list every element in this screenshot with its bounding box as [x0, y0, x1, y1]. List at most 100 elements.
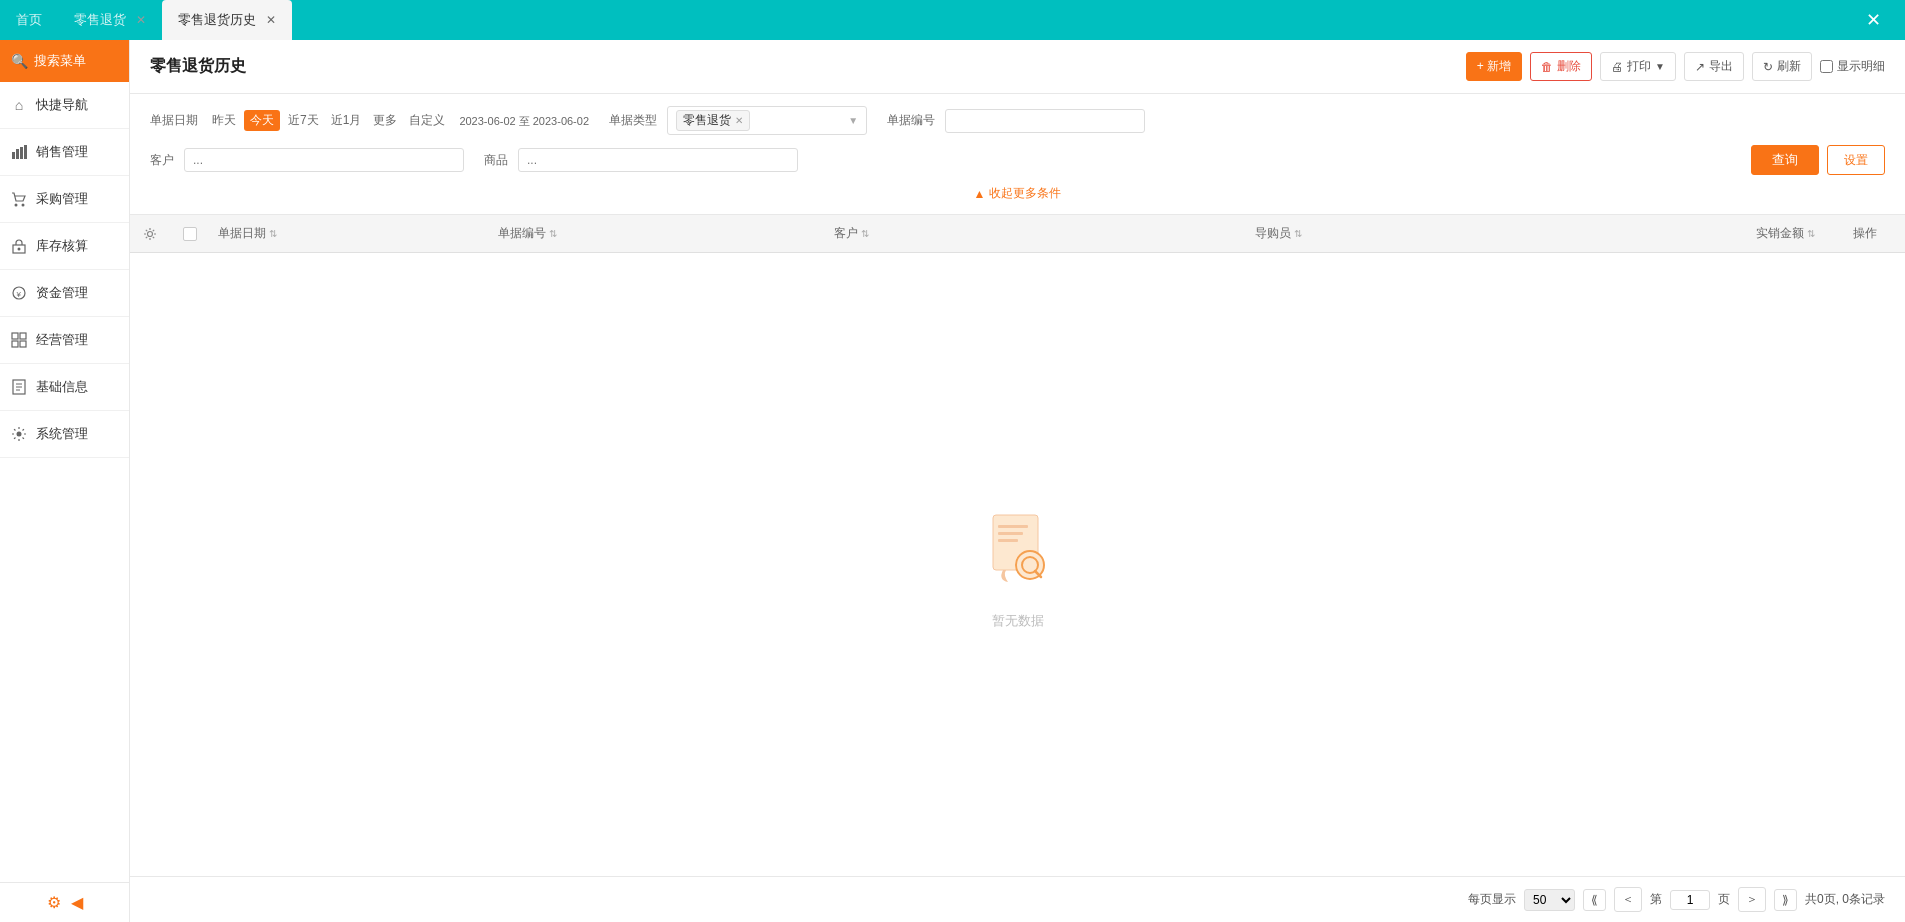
tab-retail-return-history-close[interactable]: ✕ [266, 13, 276, 27]
export-button[interactable]: ↗ 导出 [1684, 52, 1744, 81]
show-detail-label: 显示明细 [1837, 58, 1885, 75]
number-filter-input[interactable] [945, 109, 1145, 133]
svg-rect-11 [20, 333, 26, 339]
date-today[interactable]: 今天 [244, 110, 280, 131]
filter-row-2: 客户 商品 查询 设置 [150, 145, 1885, 175]
sidebar-item-inventory-label: 库存核算 [36, 237, 88, 255]
page-next-button[interactable]: ＞ [1738, 887, 1766, 912]
select-all-checkbox[interactable] [183, 227, 197, 241]
svg-rect-3 [24, 145, 27, 159]
purchase-icon [10, 190, 28, 208]
filter-area: 单据日期 昨天 今天 近7天 近1月 更多 自定义 2023-06-02 至 2… [130, 94, 1905, 215]
add-button-label: + 新增 [1477, 58, 1511, 75]
type-filter-dropdown-icon: ▼ [848, 115, 858, 126]
inventory-icon [10, 237, 28, 255]
date-shortcuts: 昨天 今天 近7天 近1月 更多 自定义 [208, 110, 449, 131]
collapse-filter-button[interactable]: ▲ 收起更多条件 [150, 185, 1885, 202]
sidebar-item-sales[interactable]: 销售管理 [0, 129, 129, 176]
page-size-select[interactable]: 50 10 20 100 [1524, 889, 1575, 911]
page-first-button[interactable]: ⟪ [1583, 889, 1606, 911]
customer-filter-input[interactable] [184, 148, 464, 172]
svg-point-7 [18, 248, 21, 251]
col-number-header[interactable]: 单据编号 ⇅ [498, 225, 834, 242]
show-detail-checkbox-label[interactable]: 显示明细 [1820, 58, 1885, 75]
col-guide-sort[interactable]: ⇅ [1294, 228, 1302, 239]
empty-text: 暂无数据 [992, 612, 1044, 630]
add-button[interactable]: + 新增 [1466, 52, 1522, 81]
col-ops-header: 操作 [1825, 225, 1905, 242]
col-amount-sort[interactable]: ⇅ [1807, 228, 1815, 239]
goods-filter-group: 商品 [484, 148, 798, 172]
filter-row-1: 单据日期 昨天 今天 近7天 近1月 更多 自定义 2023-06-02 至 2… [150, 106, 1885, 135]
type-filter-label: 单据类型 [609, 112, 657, 129]
home-icon: ⌂ [10, 96, 28, 114]
col-number-sort[interactable]: ⇅ [549, 228, 557, 239]
date-1month[interactable]: 近1月 [327, 110, 366, 131]
col-checkbox-header[interactable] [170, 227, 210, 241]
col-customer-sort[interactable]: ⇅ [861, 228, 869, 239]
sidebar-search[interactable]: 🔍 搜索菜单 [0, 40, 129, 82]
sidebar-item-base-info-label: 基础信息 [36, 378, 88, 396]
tab-retail-return-close[interactable]: ✕ [136, 13, 146, 27]
date-range-display: 2023-06-02 至 2023-06-02 [459, 114, 589, 129]
tab-retail-return-label: 零售退货 [74, 11, 126, 29]
svg-rect-12 [12, 341, 18, 347]
pagination: 每页显示 50 10 20 100 ⟪ ＜ 第 页 ＞ ⟫ 共0页, 0条记录 [130, 876, 1905, 922]
tab-retail-return[interactable]: 零售退货 ✕ [58, 0, 162, 40]
sidebar-item-system[interactable]: 系统管理 [0, 411, 129, 458]
column-settings-icon[interactable] [143, 227, 157, 241]
top-bar: 首页 零售退货 ✕ 零售退货历史 ✕ ✕ [0, 0, 1905, 40]
sidebar-item-quick-nav[interactable]: ⌂ 快捷导航 [0, 82, 129, 129]
tab-list: 首页 零售退货 ✕ 零售退货历史 ✕ [0, 0, 1858, 40]
col-customer-header[interactable]: 客户 ⇅ [834, 225, 1254, 242]
sidebar-item-inventory[interactable]: 库存核算 [0, 223, 129, 270]
type-filter-group: 单据类型 零售退货 ✕ ▼ [609, 106, 867, 135]
tab-home[interactable]: 首页 [0, 0, 58, 40]
number-filter-label: 单据编号 [887, 112, 935, 129]
settings-button-label: 设置 [1844, 152, 1868, 169]
type-filter-tag-label: 零售退货 [683, 112, 731, 129]
col-amount-header[interactable]: 实销金额 ⇅ [1535, 225, 1825, 242]
collapse-sidebar-icon[interactable]: ◀ [71, 893, 83, 912]
page-number-input[interactable] [1670, 890, 1710, 910]
goods-filter-input[interactable] [518, 148, 798, 172]
export-button-label: 导出 [1709, 58, 1733, 75]
window-close-button[interactable]: ✕ [1858, 9, 1889, 31]
svg-rect-2 [20, 147, 23, 159]
svg-point-5 [22, 204, 25, 207]
settings-icon[interactable]: ⚙ [47, 893, 61, 912]
page-last-button[interactable]: ⟫ [1774, 889, 1797, 911]
sidebar-item-finance[interactable]: ¥ 资金管理 [0, 270, 129, 317]
page-prev-button[interactable]: ＜ [1614, 887, 1642, 912]
date-7days[interactable]: 近7天 [284, 110, 323, 131]
type-filter-tag-close[interactable]: ✕ [735, 115, 743, 126]
sidebar-item-operations[interactable]: 经营管理 [0, 317, 129, 364]
type-filter-tag: 零售退货 ✕ [676, 110, 750, 131]
refresh-button[interactable]: ↻ 刷新 [1752, 52, 1812, 81]
date-more[interactable]: 更多 [369, 110, 401, 131]
delete-button[interactable]: 🗑 删除 [1530, 52, 1592, 81]
col-date-label: 单据日期 [218, 225, 266, 242]
col-settings[interactable] [130, 227, 170, 241]
sidebar-item-operations-label: 经营管理 [36, 331, 88, 349]
sidebar-item-base-info[interactable]: 基础信息 [0, 364, 129, 411]
tab-retail-return-history[interactable]: 零售退货历史 ✕ [162, 0, 292, 40]
col-guide-header[interactable]: 导购员 ⇅ [1255, 225, 1535, 242]
svg-rect-1 [16, 149, 19, 159]
show-detail-checkbox[interactable] [1820, 60, 1833, 73]
col-date-header[interactable]: 单据日期 ⇅ [210, 225, 498, 242]
col-customer-label: 客户 [834, 225, 858, 242]
content-area: 零售退货历史 + 新增 🗑 删除 🖨 打印 ▼ ↗ 导出 [130, 40, 1905, 922]
print-button[interactable]: 🖨 打印 ▼ [1600, 52, 1676, 81]
svg-rect-22 [998, 532, 1023, 535]
table-header: 单据日期 ⇅ 单据编号 ⇅ 客户 ⇅ 导购员 ⇅ 实销金额 ⇅ [130, 215, 1905, 253]
date-custom[interactable]: 自定义 [405, 110, 449, 131]
delete-button-label: 删除 [1557, 58, 1581, 75]
sidebar-item-purchase[interactable]: 采购管理 [0, 176, 129, 223]
settings-button[interactable]: 设置 [1827, 145, 1885, 175]
svg-point-18 [17, 432, 22, 437]
type-filter-select[interactable]: 零售退货 ✕ ▼ [667, 106, 867, 135]
date-yesterday[interactable]: 昨天 [208, 110, 240, 131]
query-button[interactable]: 查询 [1751, 145, 1819, 175]
col-date-sort[interactable]: ⇅ [269, 228, 277, 239]
